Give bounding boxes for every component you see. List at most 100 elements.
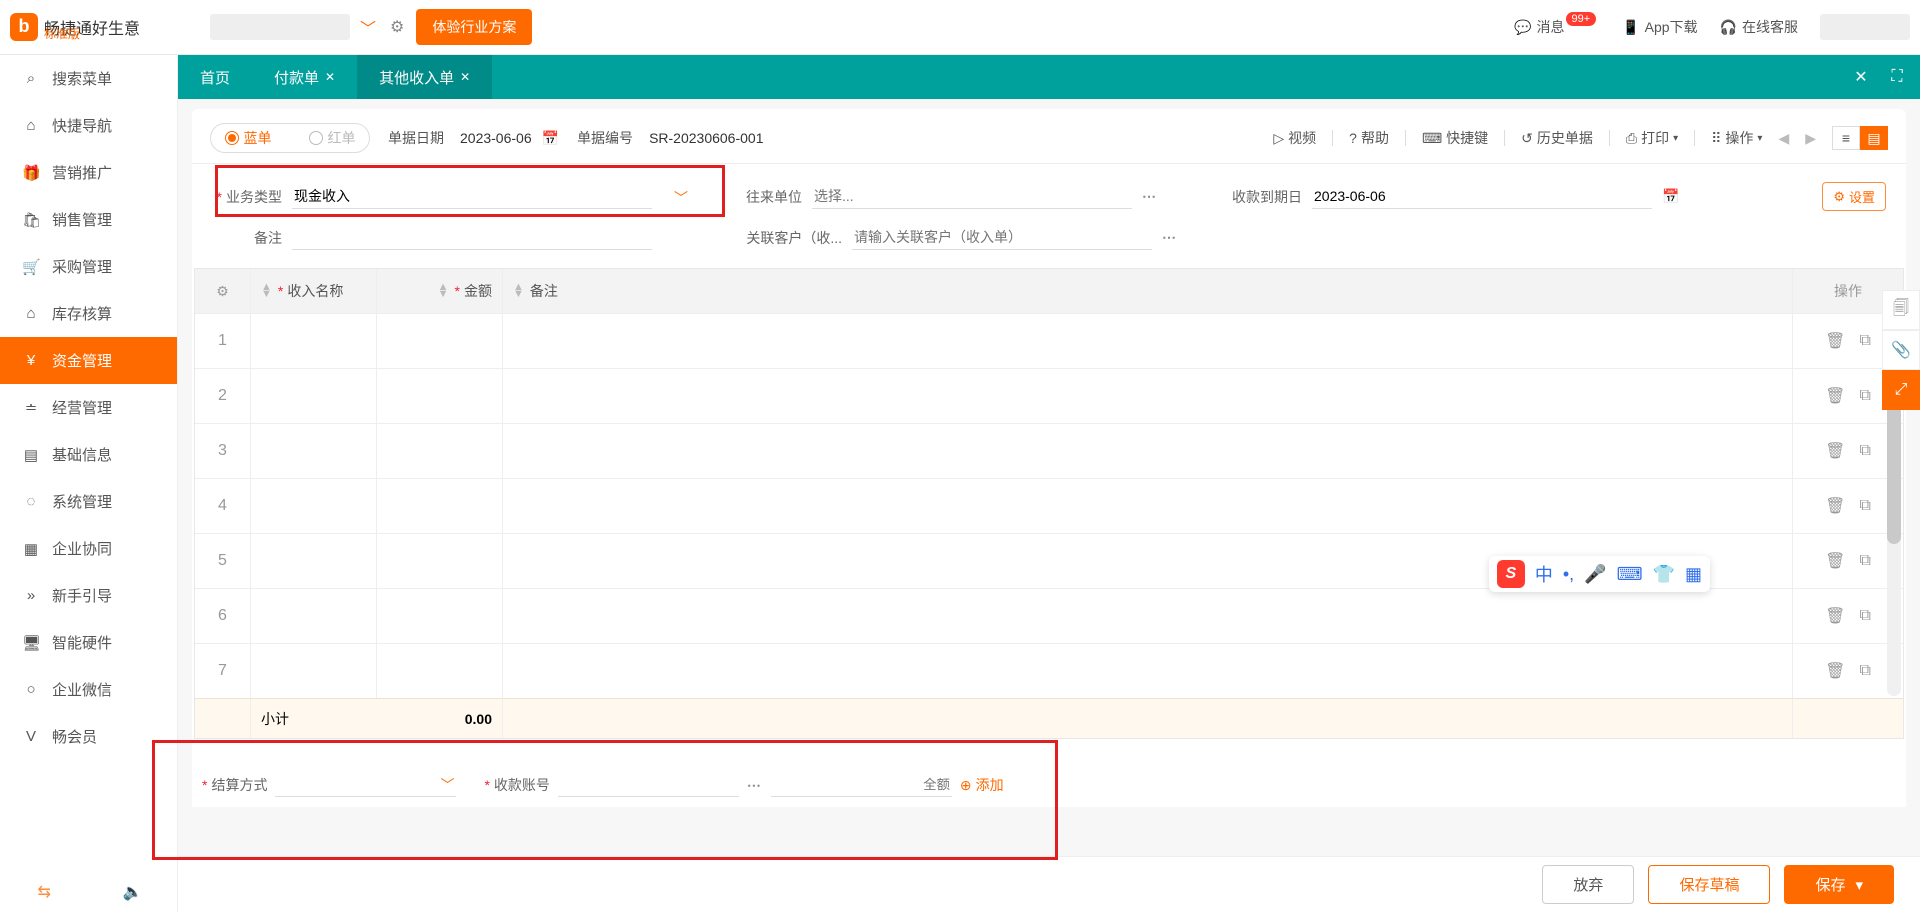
table-row[interactable]: 3🗑⧉ bbox=[195, 423, 1903, 478]
sidebar-item-1[interactable]: ⌂快捷导航 bbox=[0, 102, 177, 149]
sidebar-item-13[interactable]: ○企业微信 bbox=[0, 666, 177, 713]
sidebar-sound-button[interactable]: 🔈 bbox=[89, 872, 178, 912]
sidebar-item-3[interactable]: 🛍销售管理 bbox=[0, 196, 177, 243]
save-draft-button[interactable]: 保存草稿 bbox=[1648, 865, 1770, 904]
table-row[interactable]: 2🗑⧉ bbox=[195, 368, 1903, 423]
sidebar-item-8[interactable]: ▤基础信息 bbox=[0, 431, 177, 478]
discard-button[interactable]: 放弃 bbox=[1542, 865, 1634, 904]
delete-icon[interactable]: 🗑 bbox=[1825, 496, 1845, 516]
cell-income-name[interactable] bbox=[251, 314, 377, 368]
customer-service-button[interactable]: 🎧 在线客服 bbox=[1720, 17, 1798, 37]
toolbar-btn-5[interactable]: ⠿操作▾ bbox=[1711, 128, 1762, 148]
toolbar-btn-4[interactable]: ⎙打印▾ bbox=[1626, 128, 1678, 148]
table-row[interactable]: 1🗑⧉ bbox=[195, 313, 1903, 368]
copy-icon[interactable]: ⧉ bbox=[1859, 552, 1870, 570]
tab-2[interactable]: 其他收入单✕ bbox=[357, 55, 492, 99]
copy-icon[interactable]: ⧉ bbox=[1859, 497, 1870, 515]
radio-blue[interactable]: 蓝单 bbox=[225, 128, 272, 148]
sidebar-item-7[interactable]: ≐经营管理 bbox=[0, 384, 177, 431]
vendor-input[interactable] bbox=[812, 184, 1132, 209]
cell-note[interactable] bbox=[503, 369, 1793, 423]
sidebar-item-4[interactable]: 🛒采购管理 bbox=[0, 243, 177, 290]
cell-income-name[interactable] bbox=[251, 424, 377, 478]
calendar-icon[interactable]: 📅 bbox=[542, 130, 559, 147]
table-row[interactable]: 4🗑⧉ bbox=[195, 478, 1903, 533]
delete-icon[interactable]: 🗑 bbox=[1825, 606, 1845, 626]
app-download-button[interactable]: 📱 App下载 bbox=[1622, 17, 1697, 37]
toolbar-btn-1[interactable]: ?帮助 bbox=[1349, 128, 1389, 148]
sidebar-item-9[interactable]: ◌系统管理 bbox=[0, 478, 177, 525]
copy-icon[interactable]: ⧉ bbox=[1859, 442, 1870, 460]
user-avatar[interactable] bbox=[1820, 14, 1910, 40]
cell-amount[interactable] bbox=[377, 314, 503, 368]
view-form-icon[interactable]: ▤ bbox=[1860, 126, 1888, 150]
ime-mic-icon[interactable]: 🎤 bbox=[1584, 564, 1606, 585]
delete-icon[interactable]: 🗑 bbox=[1825, 386, 1845, 406]
radio-red[interactable]: 红单 bbox=[309, 128, 356, 148]
sidebar-item-11[interactable]: »新手引导 bbox=[0, 572, 177, 619]
float-note-icon[interactable]: 🗐 bbox=[1882, 290, 1920, 330]
copy-icon[interactable]: ⧉ bbox=[1859, 662, 1870, 680]
calendar-icon[interactable]: 📅 bbox=[1662, 188, 1679, 205]
tab-close-icon[interactable]: ✕ bbox=[1846, 62, 1876, 92]
sidebar-item-0[interactable]: ⌕搜索菜单 bbox=[0, 55, 177, 102]
float-expand-icon[interactable]: ⤢ bbox=[1882, 370, 1920, 410]
delete-icon[interactable]: 🗑 bbox=[1825, 551, 1845, 571]
float-attach-icon[interactable]: 📎 bbox=[1882, 330, 1920, 370]
ime-punct-icon[interactable]: •, bbox=[1563, 564, 1574, 585]
copy-icon[interactable]: ⧉ bbox=[1859, 332, 1870, 350]
prev-icon[interactable]: ◀ bbox=[1778, 130, 1789, 147]
more-icon[interactable]: ⋯ bbox=[747, 777, 763, 794]
table-row[interactable]: 7🗑⧉ bbox=[195, 643, 1903, 698]
more-icon[interactable]: ⋯ bbox=[1142, 188, 1158, 205]
ime-keyboard-icon[interactable]: ⌨ bbox=[1617, 564, 1643, 585]
tab-expand-icon[interactable]: ⛶ bbox=[1882, 62, 1912, 92]
toolbar-btn-3[interactable]: ↺历史单据 bbox=[1521, 128, 1593, 148]
cell-income-name[interactable] bbox=[251, 644, 377, 698]
toolbar-btn-0[interactable]: ▷视频 bbox=[1273, 128, 1316, 148]
sidebar-item-5[interactable]: ⌂库存核算 bbox=[0, 290, 177, 337]
chevron-down-icon[interactable]: ﹀ bbox=[440, 775, 454, 795]
ime-skin-icon[interactable]: 👕 bbox=[1653, 564, 1675, 585]
table-settings-icon[interactable]: ⚙ bbox=[195, 269, 251, 313]
gear-icon[interactable]: ⚙ bbox=[390, 17, 404, 37]
delete-icon[interactable]: 🗑 bbox=[1825, 441, 1845, 461]
cell-income-name[interactable] bbox=[251, 589, 377, 643]
copy-icon[interactable]: ⧉ bbox=[1859, 607, 1870, 625]
try-industry-button[interactable]: 体验行业方案 bbox=[416, 9, 532, 45]
next-icon[interactable]: ▶ bbox=[1805, 130, 1816, 147]
sidebar-item-6[interactable]: ¥资金管理 bbox=[0, 337, 177, 384]
business-type-input[interactable] bbox=[292, 184, 652, 209]
settle-amount-input[interactable] bbox=[771, 773, 952, 797]
ime-lang[interactable]: 中 bbox=[1535, 561, 1553, 587]
settle-method-input[interactable] bbox=[275, 773, 456, 797]
cell-note[interactable] bbox=[503, 644, 1793, 698]
cell-amount[interactable] bbox=[377, 479, 503, 533]
tab-1[interactable]: 付款单✕ bbox=[252, 55, 357, 99]
ime-toolbox-icon[interactable]: ▦ bbox=[1685, 564, 1702, 585]
due-date-input[interactable] bbox=[1312, 184, 1652, 209]
messages-button[interactable]: 💬 消息 99+ bbox=[1514, 17, 1600, 37]
cell-income-name[interactable] bbox=[251, 369, 377, 423]
copy-icon[interactable]: ⧉ bbox=[1859, 387, 1870, 405]
cell-amount[interactable] bbox=[377, 424, 503, 478]
settings-button[interactable]: ⚙ 设置 bbox=[1822, 182, 1886, 211]
cell-note[interactable] bbox=[503, 424, 1793, 478]
sidebar-item-14[interactable]: V畅会员 bbox=[0, 713, 177, 760]
toolbar-btn-2[interactable]: ⌨快捷键 bbox=[1422, 128, 1488, 148]
sidebar-item-12[interactable]: 🖥智能硬件 bbox=[0, 619, 177, 666]
cell-note[interactable] bbox=[503, 589, 1793, 643]
org-selector[interactable]: ﹀ bbox=[210, 14, 376, 40]
col-note[interactable]: ▲▼ 备注 bbox=[503, 269, 1793, 313]
cell-income-name[interactable] bbox=[251, 479, 377, 533]
remark-input[interactable] bbox=[292, 225, 652, 250]
tab-0[interactable]: 首页 bbox=[178, 55, 252, 99]
cell-amount[interactable] bbox=[377, 644, 503, 698]
delete-icon[interactable]: 🗑 bbox=[1825, 331, 1845, 351]
doc-date-value[interactable]: 2023-06-06 bbox=[460, 130, 532, 146]
related-customer-input[interactable] bbox=[852, 225, 1152, 250]
cell-amount[interactable] bbox=[377, 589, 503, 643]
cell-note[interactable] bbox=[503, 479, 1793, 533]
cell-note[interactable] bbox=[503, 314, 1793, 368]
table-row[interactable]: 6🗑⧉ bbox=[195, 588, 1903, 643]
